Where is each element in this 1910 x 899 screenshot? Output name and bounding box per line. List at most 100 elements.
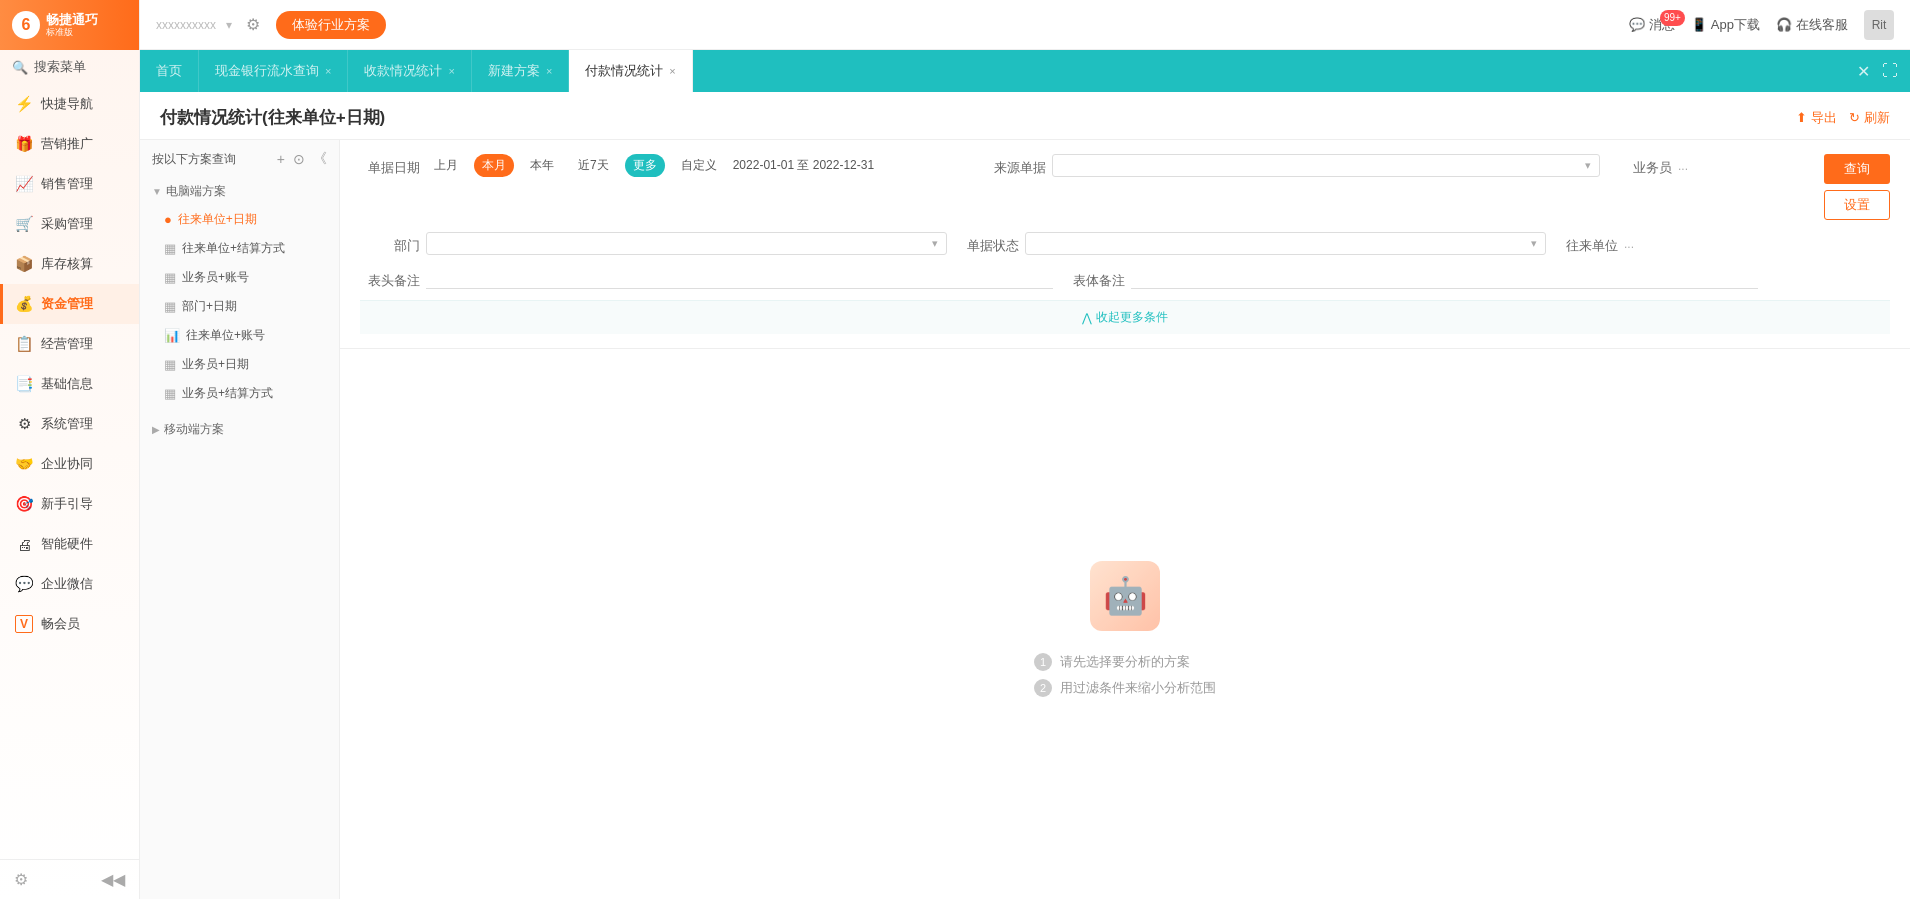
tab-receipts[interactable]: 收款情况统计 × bbox=[348, 50, 471, 92]
collapse-panel-icon[interactable]: 《 bbox=[313, 150, 327, 168]
tab-home[interactable]: 首页 bbox=[140, 50, 199, 92]
app-download-button[interactable]: 📱 App下载 bbox=[1691, 16, 1760, 34]
sidebar-item-operation[interactable]: 📋 经营管理 bbox=[0, 324, 139, 364]
refresh-icon: ↻ bbox=[1849, 110, 1860, 125]
service-button[interactable]: 🎧 在线客服 bbox=[1776, 16, 1848, 34]
scheme-group-mobile-title[interactable]: ▶ 移动端方案 bbox=[140, 416, 339, 443]
topbar-right: 💬 消息 99+ 📱 App下载 🎧 在线客服 Rit bbox=[1629, 10, 1894, 40]
body-note-input[interactable] bbox=[1131, 268, 1758, 289]
scheme-item-unitaccount[interactable]: 📊 往来单位+账号 bbox=[140, 321, 339, 350]
empty-step1: 1 请先选择要分析的方案 bbox=[1034, 653, 1216, 671]
search-menu[interactable]: 🔍 搜索菜单 bbox=[0, 50, 139, 84]
scheme-item-unitdate[interactable]: ● 往来单位+日期 bbox=[140, 205, 339, 234]
scheme-item-staffdate[interactable]: ▦ 业务员+日期 bbox=[140, 350, 339, 379]
export-button[interactable]: ⬆ 导出 bbox=[1796, 109, 1837, 127]
scheme-settings-icon[interactable]: ⊙ bbox=[293, 151, 305, 167]
staff-label: 业务员 bbox=[1612, 154, 1672, 177]
date-thismonth[interactable]: 本月 bbox=[474, 154, 514, 177]
empty-robot-illustration: 🤖 bbox=[1090, 561, 1160, 631]
tab-payment[interactable]: 付款情况统计 × bbox=[569, 50, 692, 92]
body-note-label: 表体备注 bbox=[1065, 267, 1125, 290]
date-lastmonth[interactable]: 上月 bbox=[426, 154, 466, 177]
sidebar-item-smarthw[interactable]: 🖨 智能硬件 bbox=[0, 524, 139, 564]
main-area: xxxxxxxxxx ▾ ⚙ 体验行业方案 💬 消息 99+ 📱 App下载 🎧… bbox=[140, 0, 1910, 899]
scheme-item-unitsettlement[interactable]: ▦ 往来单位+结算方式 bbox=[140, 234, 339, 263]
tab-receipts-close[interactable]: × bbox=[448, 65, 454, 77]
sidebar-item-enterprise[interactable]: 🤝 企业协同 bbox=[0, 444, 139, 484]
scheme-icon-5: 📊 bbox=[164, 328, 180, 343]
tabbar-actions: ✕ ⛶ bbox=[1845, 50, 1910, 92]
left-panel-header: 按以下方案查询 + ⊙ 《 bbox=[140, 140, 339, 174]
collapse-filter-button[interactable]: ⋀ 收起更多条件 bbox=[360, 300, 1890, 334]
tab-payment-close[interactable]: × bbox=[669, 65, 675, 77]
tab-cashflow-close[interactable]: × bbox=[325, 65, 331, 77]
user-avatar[interactable]: Rit bbox=[1864, 10, 1894, 40]
sidebar-item-quicknav[interactable]: ⚡ 快捷导航 bbox=[0, 84, 139, 124]
operation-icon: 📋 bbox=[15, 335, 33, 353]
scheme-item-staffsettlement[interactable]: ▦ 业务员+结算方式 bbox=[140, 379, 339, 408]
date-label: 单据日期 bbox=[360, 154, 420, 177]
trial-button[interactable]: 体验行业方案 bbox=[276, 11, 386, 39]
filter-area: 单据日期 上月 本月 本年 近7天 更多 自定义 2022-01-01 至 20… bbox=[340, 140, 1910, 349]
step2-num: 2 bbox=[1034, 679, 1052, 697]
sidebar-item-capital[interactable]: 💰 资金管理 bbox=[0, 284, 139, 324]
scheme-icon-3: ▦ bbox=[164, 270, 176, 285]
right-panel: 单据日期 上月 本月 本年 近7天 更多 自定义 2022-01-01 至 20… bbox=[340, 140, 1910, 899]
date-last7[interactable]: 近7天 bbox=[570, 154, 617, 177]
logo-text: 畅捷通巧 标准版 bbox=[46, 12, 98, 38]
message-button[interactable]: 💬 消息 99+ bbox=[1629, 16, 1675, 34]
expand-icon[interactable]: ⛶ bbox=[1882, 62, 1898, 80]
sidebar-item-marketing[interactable]: 🎁 营销推广 bbox=[0, 124, 139, 164]
tab-newscheme[interactable]: 新建方案 × bbox=[472, 50, 569, 92]
sidebar-item-basicinfo[interactable]: 📑 基础信息 bbox=[0, 364, 139, 404]
date-custom[interactable]: 自定义 bbox=[673, 154, 725, 177]
date-thisyear[interactable]: 本年 bbox=[522, 154, 562, 177]
group-mobile-arrow-icon: ▶ bbox=[152, 424, 160, 435]
search-icon: 🔍 bbox=[12, 60, 28, 75]
voucher-status-label: 单据状态 bbox=[959, 232, 1019, 255]
collapse-up-icon: ⋀ bbox=[1082, 311, 1092, 325]
group-arrow-icon: ▼ bbox=[152, 186, 162, 197]
related-unit-label: 往来单位 bbox=[1558, 232, 1618, 255]
sidebar-item-purchase[interactable]: 🛒 采购管理 bbox=[0, 204, 139, 244]
step1-num: 1 bbox=[1034, 653, 1052, 671]
related-unit-placeholder: ... bbox=[1624, 237, 1758, 251]
date-filter-content: 上月 本月 本年 近7天 更多 自定义 2022-01-01 至 2022-12… bbox=[426, 154, 974, 177]
sidebar-item-sysadmin[interactable]: ⚙ 系统管理 bbox=[0, 404, 139, 444]
scheme-item-staffaccount[interactable]: ▦ 业务员+账号 bbox=[140, 263, 339, 292]
sidebar-nav: ⚡ 快捷导航 🎁 营销推广 📈 销售管理 🛒 采购管理 📦 库存核算 💰 资金管… bbox=[0, 84, 139, 859]
voucher-status-arrow: ▾ bbox=[1531, 237, 1537, 250]
query-button[interactable]: 查询 bbox=[1824, 154, 1890, 184]
tab-cashflow[interactable]: 现金银行流水查询 × bbox=[199, 50, 348, 92]
filter-settings-button[interactable]: 设置 bbox=[1824, 190, 1890, 220]
topbar-gear-icon[interactable]: ⚙ bbox=[246, 15, 260, 34]
sidebar-item-member[interactable]: V 畅会员 bbox=[0, 604, 139, 644]
sidebar-item-newguide[interactable]: 🎯 新手引导 bbox=[0, 484, 139, 524]
dept-select[interactable]: ▾ bbox=[426, 232, 947, 255]
collapse-sidebar-icon[interactable]: ◀◀ bbox=[101, 870, 125, 889]
scheme-item-deptdate[interactable]: ▦ 部门+日期 bbox=[140, 292, 339, 321]
headset-icon: 🎧 bbox=[1776, 17, 1792, 32]
source-select[interactable]: ▾ bbox=[1052, 154, 1600, 177]
voucher-status-select[interactable]: ▾ bbox=[1025, 232, 1546, 255]
scheme-group-pc: ▼ 电脑端方案 ● 往来单位+日期 ▦ 往来单位+结算方式 ▦ 业务员+账号 bbox=[140, 174, 339, 412]
empty-state: 🤖 1 请先选择要分析的方案 2 用过滤条件来缩小分析范围 bbox=[340, 349, 1910, 899]
close-all-icon[interactable]: ✕ bbox=[1857, 62, 1870, 81]
refresh-button[interactable]: ↻ 刷新 bbox=[1849, 109, 1890, 127]
sidebar-item-inventory[interactable]: 📦 库存核算 bbox=[0, 244, 139, 284]
header-note-input[interactable] bbox=[426, 268, 1053, 289]
inventory-icon: 📦 bbox=[15, 255, 33, 273]
tabbar: 首页 现金银行流水查询 × 收款情况统计 × 新建方案 × 付款情况统计 × ✕… bbox=[140, 50, 1910, 92]
date-more[interactable]: 更多 bbox=[625, 154, 665, 177]
left-panel: 按以下方案查询 + ⊙ 《 ▼ 电脑端方案 ● bbox=[140, 140, 340, 899]
topbar-dropdown-icon[interactable]: ▾ bbox=[226, 18, 232, 32]
settings-icon[interactable]: ⚙ bbox=[14, 870, 28, 889]
scheme-group-pc-title[interactable]: ▼ 电脑端方案 bbox=[140, 178, 339, 205]
source-select-arrow: ▾ bbox=[1585, 159, 1591, 172]
tab-newscheme-close[interactable]: × bbox=[546, 65, 552, 77]
sidebar-item-sales[interactable]: 📈 销售管理 bbox=[0, 164, 139, 204]
export-icon: ⬆ bbox=[1796, 110, 1807, 125]
staff-placeholder: ... bbox=[1678, 159, 1812, 173]
sidebar-item-wechat[interactable]: 💬 企业微信 bbox=[0, 564, 139, 604]
add-scheme-icon[interactable]: + bbox=[277, 151, 285, 167]
